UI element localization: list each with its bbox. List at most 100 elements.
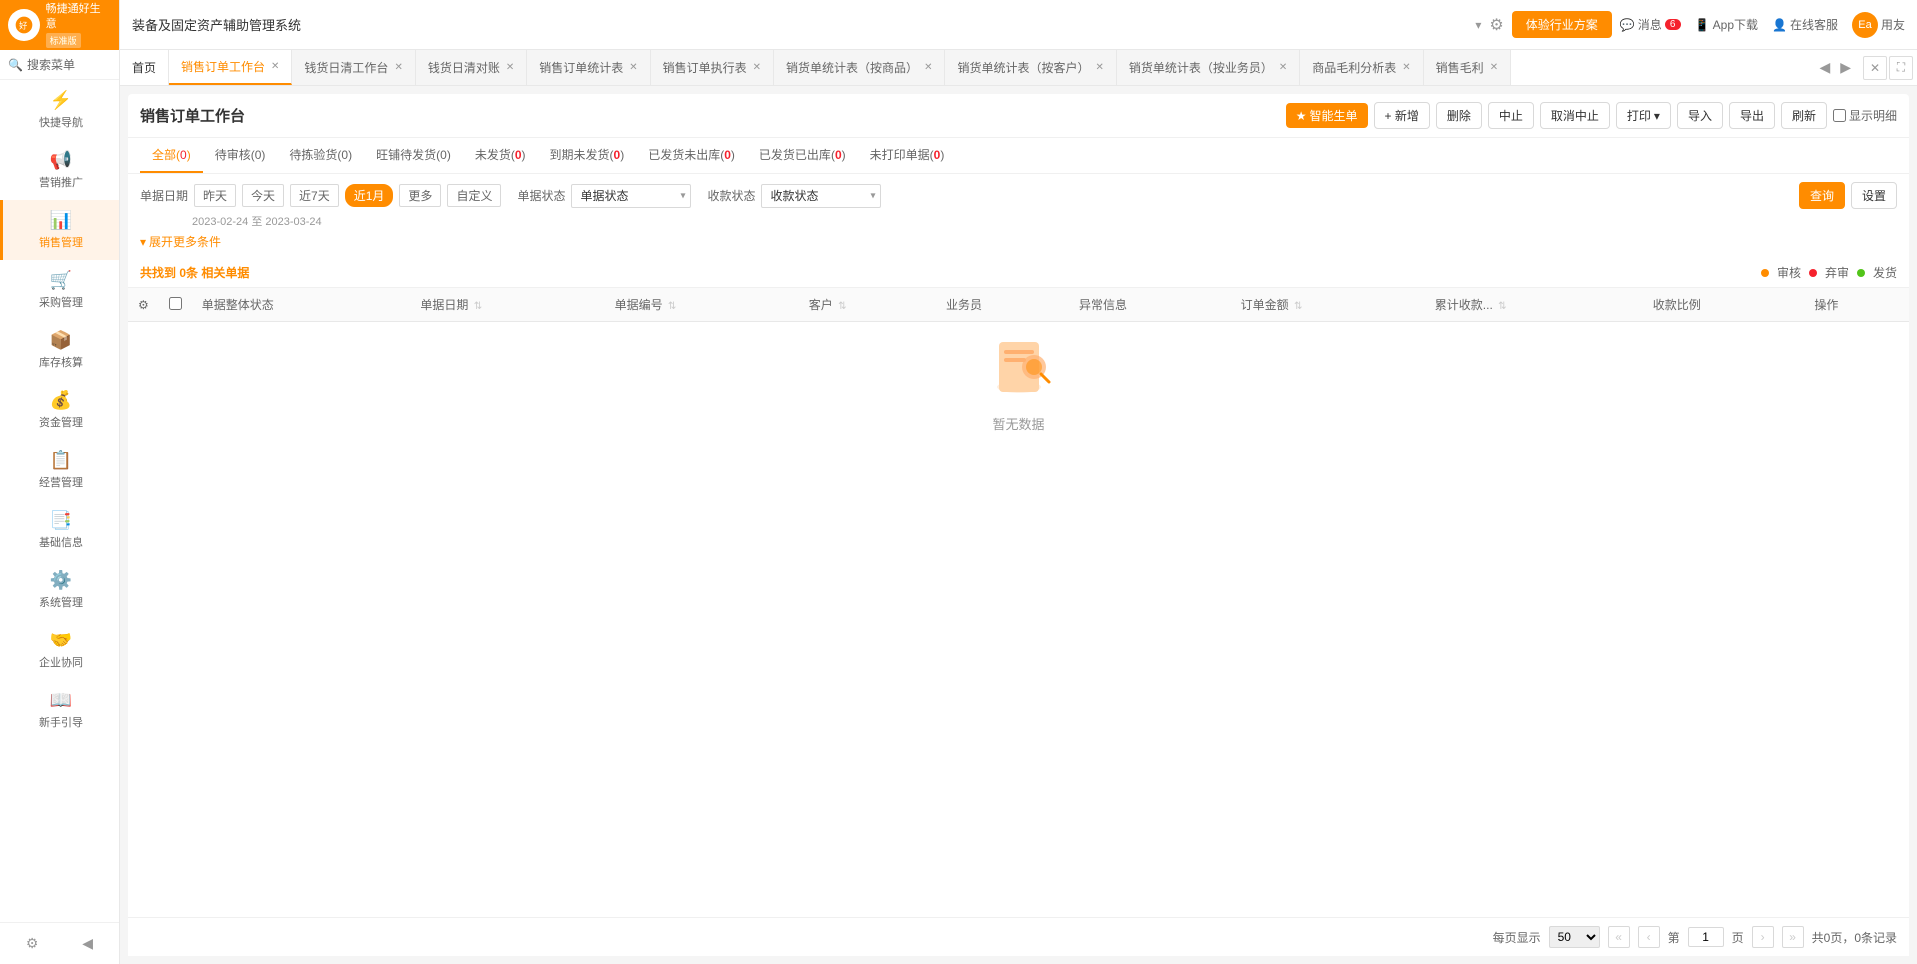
refresh-btn[interactable]: 刷新: [1781, 102, 1827, 129]
th-number[interactable]: 单据编号 ⇅: [605, 288, 799, 322]
sub-tab-wangpu-ship[interactable]: 旺铺待发货(0): [364, 138, 463, 173]
sidebar-item-sales-label: 销售管理: [39, 234, 83, 250]
date-7days-btn[interactable]: 近7天: [290, 184, 339, 207]
sidebar-item-system[interactable]: ⚙️ 系统管理: [0, 560, 119, 620]
sidebar-item-purchase[interactable]: 🛒 采购管理: [0, 260, 119, 320]
tab-margin[interactable]: 商品毛利分析表 ✕: [1300, 50, 1423, 85]
tab-sales-exec-close[interactable]: ✕: [753, 62, 761, 73]
settings-btn[interactable]: 设置: [1851, 182, 1897, 209]
user-menu[interactable]: Ea 用友: [1852, 12, 1905, 38]
smart-create-btn[interactable]: ★ 智能生单: [1286, 103, 1368, 128]
date-yesterday-btn[interactable]: 昨天: [194, 184, 236, 207]
sidebar-item-sales[interactable]: 📊 销售管理: [0, 200, 119, 260]
date-1month-btn[interactable]: 近1月: [345, 184, 394, 207]
tab-home[interactable]: 首页: [120, 50, 169, 85]
tab-sales-profit-close[interactable]: ✕: [1490, 62, 1498, 73]
sub-tab-unshipped[interactable]: 未发货(0): [463, 138, 538, 173]
sidebar-item-enterprise[interactable]: 🤝 企业协同: [0, 620, 119, 680]
query-btn[interactable]: 查询: [1799, 182, 1845, 209]
content-area: 销售订单工作台 ★ 智能生单 + 新增 删除 中止 取消中止 打印 ▾ 导入 导…: [120, 86, 1917, 964]
sidebar-collapse-btn[interactable]: ◀: [78, 931, 97, 956]
cancel-review-action-btn[interactable]: 弃审: [1825, 264, 1849, 281]
app-download-btn[interactable]: 📱 App下载: [1695, 16, 1758, 33]
last-page-btn[interactable]: »: [1782, 926, 1804, 948]
sidebar-item-marketing[interactable]: 📢 营销推广: [0, 140, 119, 200]
date-today-btn[interactable]: 今天: [242, 184, 284, 207]
first-page-btn[interactable]: «: [1608, 926, 1630, 948]
sidebar-item-finance[interactable]: 💰 资金管理: [0, 380, 119, 440]
sidebar-item-operations[interactable]: 📋 经营管理: [0, 440, 119, 500]
tab-sales-person[interactable]: 销货单统计表（按业务员） ✕: [1117, 50, 1300, 85]
sub-tab-unprinted[interactable]: 未打印单据(0): [858, 138, 957, 173]
select-all-checkbox[interactable]: [169, 297, 182, 310]
sidebar-item-inventory[interactable]: 📦 库存核算: [0, 320, 119, 380]
ship-action-btn[interactable]: 发货: [1873, 264, 1897, 281]
date-more-btn[interactable]: 更多: [399, 184, 441, 207]
solution-btn[interactable]: 体验行业方案: [1512, 11, 1612, 38]
sidebar-item-quick-nav[interactable]: ⚡ 快捷导航: [0, 80, 119, 140]
th-collected[interactable]: 累计收款... ⇅: [1425, 288, 1643, 322]
settings-gear-icon[interactable]: ⚙: [1489, 15, 1503, 35]
import-btn[interactable]: 导入: [1677, 102, 1723, 129]
tab-sales-person-close[interactable]: ✕: [1279, 62, 1287, 73]
th-salesperson: 业务员: [936, 288, 1069, 322]
sub-tab-shipped-out[interactable]: 已发货已出库(0): [747, 138, 858, 173]
tab-sales-exec[interactable]: 销售订单执行表 ✕: [651, 50, 774, 85]
tab-sales-profit[interactable]: 销售毛利 ✕: [1424, 50, 1511, 85]
cancel-stop-btn[interactable]: 取消中止: [1540, 102, 1610, 129]
sub-tab-pending-review[interactable]: 待审核(0): [203, 138, 278, 173]
next-page-btn[interactable]: ›: [1752, 926, 1774, 948]
table-config-col[interactable]: ⚙: [128, 288, 159, 322]
sidebar-item-marketing-label: 营销推广: [39, 174, 83, 190]
tab-sales-product[interactable]: 销货单统计表（按商品） ✕: [774, 50, 945, 85]
tab-cash-reconcile[interactable]: 钱货日清对账 ✕: [416, 50, 527, 85]
tab-sales-order-close[interactable]: ✕: [271, 61, 279, 72]
table-header-row: ⚙ 单据整体状态 单据日期 ⇅: [128, 288, 1909, 322]
tab-maximize[interactable]: ⛶: [1889, 56, 1913, 80]
sub-tab-pending-inspect[interactable]: 待拣验货(0): [277, 138, 364, 173]
date-custom-btn[interactable]: 自定义: [447, 184, 501, 207]
sub-tab-overdue-unshipped[interactable]: 到期未发货(0): [538, 138, 637, 173]
show-detail-checkbox[interactable]: [1833, 109, 1846, 122]
stop-btn[interactable]: 中止: [1488, 102, 1534, 129]
tabs-scroll-right[interactable]: ▶: [1836, 57, 1855, 78]
th-amount[interactable]: 订单金额 ⇅: [1231, 288, 1425, 322]
add-btn[interactable]: + 新增: [1374, 102, 1430, 129]
payment-select[interactable]: 收款状态: [761, 184, 881, 208]
th-customer[interactable]: 客户 ⇅: [799, 288, 936, 322]
delete-btn[interactable]: 删除: [1436, 102, 1482, 129]
page-input[interactable]: [1688, 927, 1724, 947]
message-btn[interactable]: 💬 消息 6: [1620, 16, 1681, 33]
online-service-btn[interactable]: 👤 在线客服: [1772, 16, 1838, 33]
tab-close-all[interactable]: ✕: [1863, 56, 1887, 80]
sub-tab-shipped-not-out[interactable]: 已发货未出库(0): [636, 138, 747, 173]
review-action-btn[interactable]: 审核: [1777, 264, 1801, 281]
tab-sales-customer[interactable]: 销货单统计表（按客户） ✕: [945, 50, 1116, 85]
show-detail-label[interactable]: 显示明细: [1833, 107, 1897, 124]
print-btn[interactable]: 打印 ▾: [1616, 102, 1671, 129]
export-btn[interactable]: 导出: [1729, 102, 1775, 129]
table-scroll-area[interactable]: ⚙ 单据整体状态 单据日期 ⇅: [128, 288, 1909, 917]
status-select[interactable]: 单据状态: [571, 184, 691, 208]
prev-page-btn[interactable]: ‹: [1638, 926, 1660, 948]
tab-cash-daily-close[interactable]: ✕: [394, 62, 402, 73]
tab-sales-customer-close[interactable]: ✕: [1095, 62, 1103, 73]
tab-cash-reconcile-close[interactable]: ✕: [506, 62, 514, 73]
tabs-scroll-left[interactable]: ◀: [1815, 57, 1834, 78]
per-page-select[interactable]: 50 10 20 100: [1549, 926, 1600, 948]
tab-margin-close[interactable]: ✕: [1402, 62, 1410, 73]
system-title-dropdown[interactable]: ▾: [1475, 18, 1481, 32]
tab-sales-stats[interactable]: 销售订单统计表 ✕: [527, 50, 650, 85]
tab-sales-product-close[interactable]: ✕: [924, 62, 932, 73]
search-menu[interactable]: 🔍 搜索菜单: [0, 50, 119, 80]
tab-sales-order[interactable]: 销售订单工作台 ✕: [169, 50, 292, 85]
sub-tab-all[interactable]: 全部(0): [140, 138, 203, 173]
expand-filter-btn[interactable]: ▾ 展开更多条件: [140, 233, 1897, 250]
sidebar-item-basic-info[interactable]: 📑 基础信息: [0, 500, 119, 560]
tab-sales-stats-close[interactable]: ✕: [629, 62, 637, 73]
user-name: 用友: [1881, 16, 1905, 33]
sidebar-item-guide[interactable]: 📖 新手引导: [0, 680, 119, 740]
th-date[interactable]: 单据日期 ⇅: [410, 288, 604, 322]
tab-cash-daily[interactable]: 钱货日清工作台 ✕: [292, 50, 415, 85]
sidebar-settings-btn[interactable]: ⚙: [22, 931, 43, 956]
